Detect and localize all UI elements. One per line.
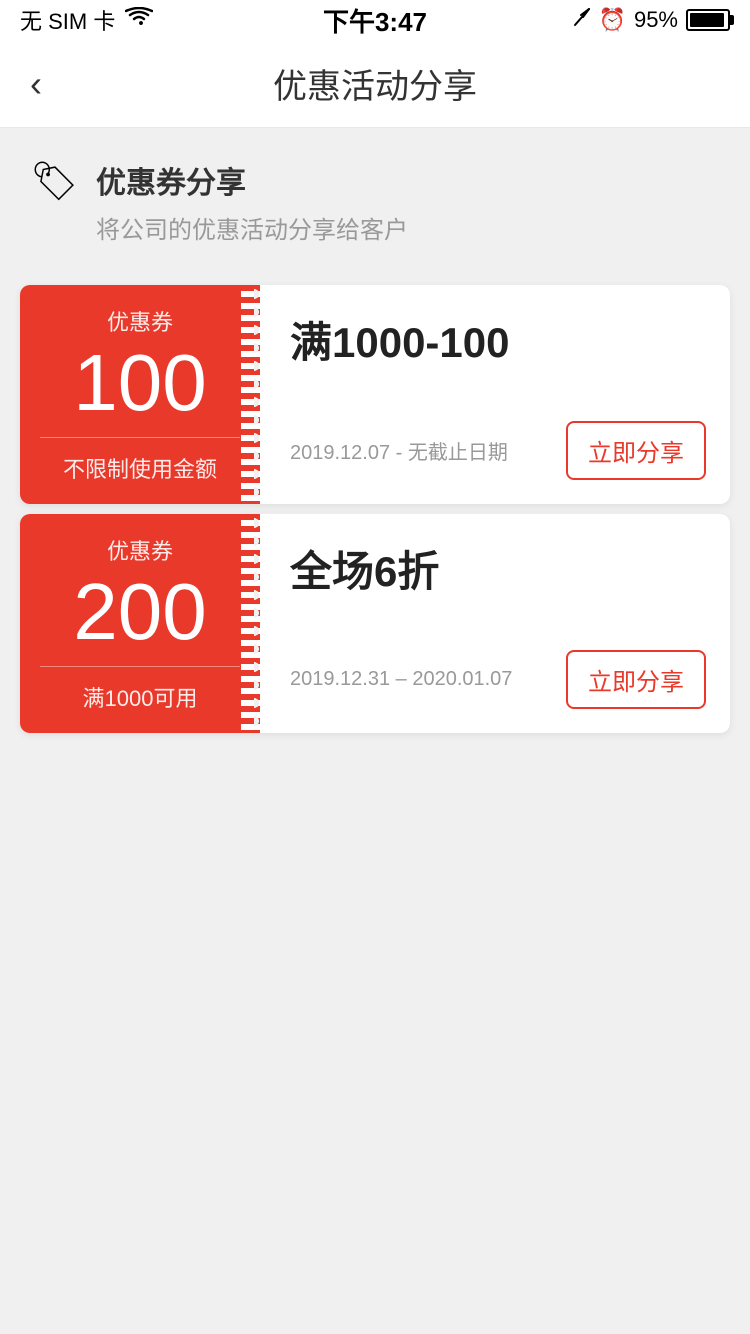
- coupon-amount-1: 100: [73, 343, 206, 423]
- coupon-label-2: 优惠券: [107, 534, 173, 566]
- share-button-1[interactable]: 立即分享: [566, 421, 706, 480]
- section-title: 优惠券分享: [96, 158, 408, 202]
- alarm-icon: ⏰: [599, 7, 626, 33]
- battery-icon: [686, 9, 730, 31]
- section-text: 优惠券分享 将公司的优惠活动分享给客户: [96, 158, 408, 245]
- coupon-amount-2: 200: [73, 572, 206, 652]
- coupon-card-2: 优惠券 200 满1000可用 全场6折 2019.12.31 – 2020.0…: [20, 514, 730, 733]
- section-header: 🏷 优惠券分享 将公司的优惠活动分享给客户: [0, 128, 750, 265]
- section-description: 将公司的优惠活动分享给客户: [96, 210, 408, 245]
- coupon-left-1: 优惠券 100 不限制使用金额: [20, 285, 260, 504]
- coupon-separator-1: [254, 285, 266, 504]
- page-title: 优惠活动分享: [273, 59, 477, 108]
- coupon-date-2: 2019.12.31 – 2020.01.07: [290, 668, 566, 691]
- coupon-name-2: 全场6折: [290, 538, 706, 599]
- coupon-name-1: 满1000-100: [290, 309, 706, 370]
- coupon-divider-1: [40, 437, 240, 438]
- nav-bar: ‹ 优惠活动分享: [0, 40, 750, 128]
- coupon-right-2: 全场6折 2019.12.31 – 2020.01.07 立即分享: [260, 514, 730, 733]
- wifi-icon: [125, 7, 153, 33]
- share-button-2[interactable]: 立即分享: [566, 650, 706, 709]
- coupon-bottom-1: 2019.12.07 - 无截止日期 立即分享: [290, 421, 706, 480]
- battery-percent: 95%: [634, 7, 678, 33]
- coupon-right-1: 满1000-100 2019.12.07 - 无截止日期 立即分享: [260, 285, 730, 504]
- status-bar: 无 SIM 卡 下午3:47 ⏰ 95%: [0, 0, 750, 40]
- location-icon: [573, 7, 591, 33]
- status-time: 下午3:47: [323, 2, 427, 39]
- coupon-separator-2: [254, 514, 266, 733]
- coupon-left-2: 优惠券 200 满1000可用: [20, 514, 260, 733]
- coupon-condition-2: 满1000可用: [83, 681, 198, 713]
- coupon-list: 优惠券 100 不限制使用金额 满1000-100 2019.12.07 - 无…: [0, 265, 750, 753]
- coupon-date-1: 2019.12.07 - 无截止日期: [290, 436, 566, 465]
- status-left: 无 SIM 卡: [20, 4, 153, 36]
- back-button[interactable]: ‹: [30, 63, 42, 105]
- section-icon: 🏷: [30, 160, 80, 210]
- coupon-divider-2: [40, 666, 240, 667]
- carrier-text: 无 SIM 卡: [20, 4, 115, 36]
- coupon-bottom-2: 2019.12.31 – 2020.01.07 立即分享: [290, 650, 706, 709]
- coupon-card-1: 优惠券 100 不限制使用金额 满1000-100 2019.12.07 - 无…: [20, 285, 730, 504]
- coupon-condition-1: 不限制使用金额: [63, 452, 217, 484]
- coupon-label-1: 优惠券: [107, 305, 173, 337]
- background-area: [0, 753, 750, 1253]
- status-right: ⏰ 95%: [573, 7, 730, 33]
